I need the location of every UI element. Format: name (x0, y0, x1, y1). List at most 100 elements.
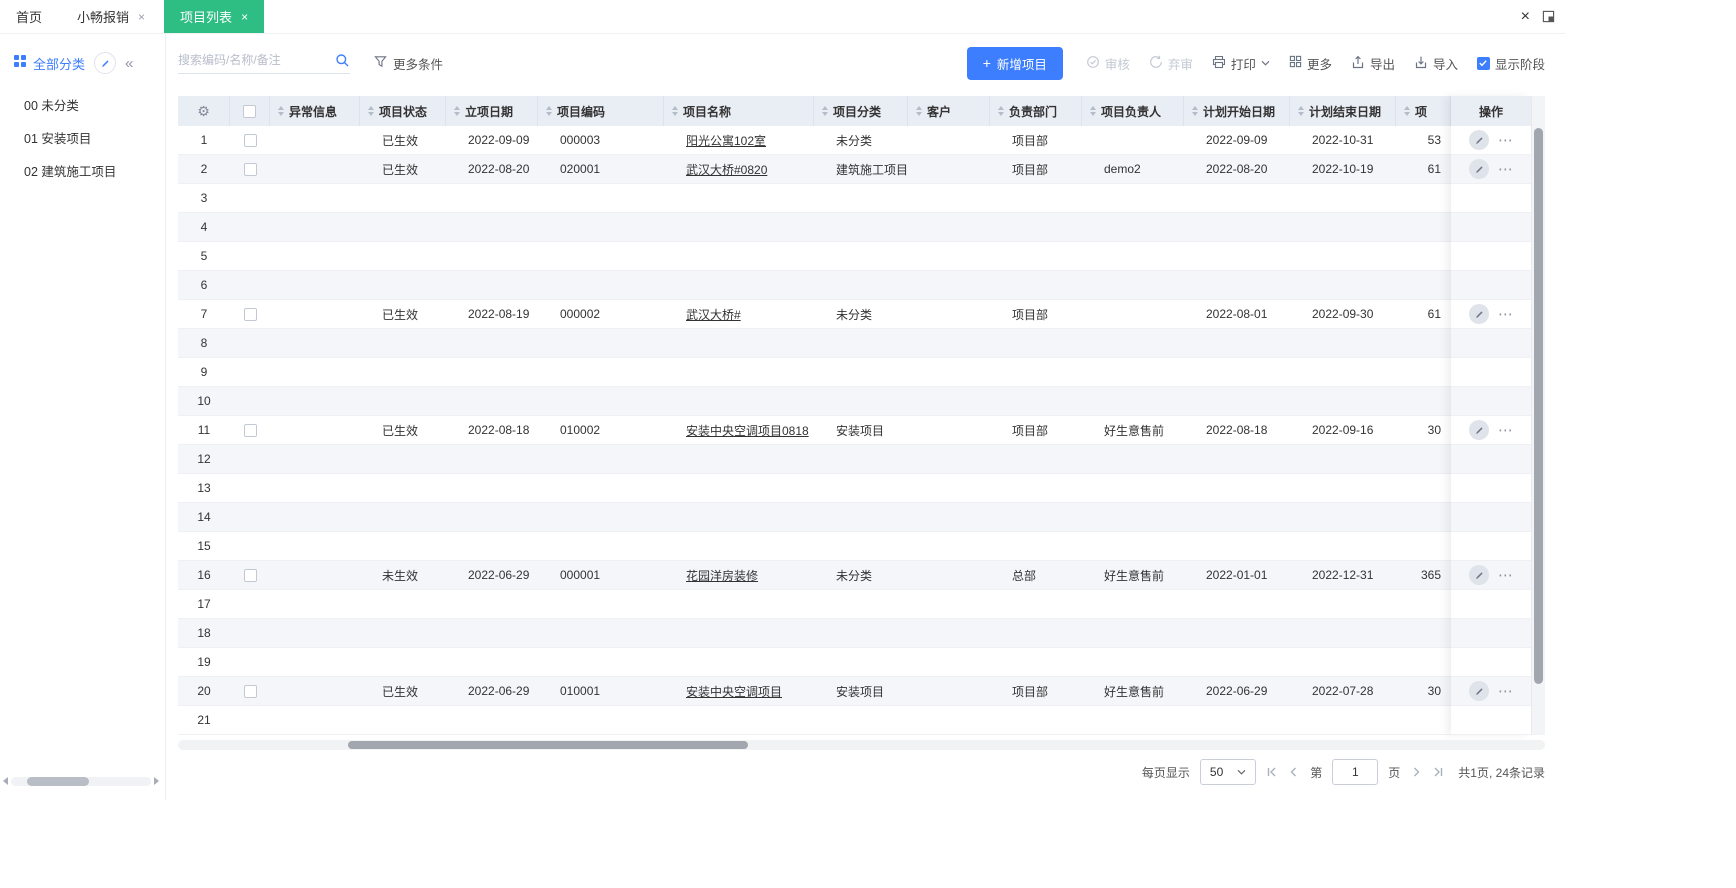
column-header-status[interactable]: 项目状态 (360, 96, 446, 126)
next-page-button[interactable] (1410, 766, 1422, 778)
unapprove-button[interactable]: 弃审 (1149, 54, 1193, 73)
export-button[interactable]: 导出 (1351, 54, 1395, 73)
project-name-link[interactable]: 阳光公寓102室 (686, 132, 766, 149)
more-filters-button[interactable]: 更多条件 (374, 54, 443, 73)
cell-days (1396, 358, 1451, 386)
column-header-start[interactable]: 计划开始日期 (1184, 96, 1290, 126)
row-checkbox[interactable] (243, 133, 257, 147)
column-header-category[interactable]: 项目分类 (814, 96, 908, 126)
column-header-owner[interactable]: 项目负责人 (1082, 96, 1184, 126)
project-name-link[interactable]: 武汉大桥# (686, 306, 741, 323)
cell-dept (990, 445, 1082, 473)
column-settings-gear-icon[interactable]: ⚙ (178, 96, 230, 126)
column-header-end[interactable]: 计划结束日期 (1290, 96, 1396, 126)
tab[interactable]: 首页 (0, 0, 58, 33)
row-actions: ⋯ (1451, 155, 1531, 184)
row-more-icon[interactable]: ⋯ (1498, 568, 1513, 583)
row-checkbox[interactable] (243, 423, 257, 437)
sidebar-category-item[interactable]: 01 安装项目 (0, 121, 165, 154)
column-header-code[interactable]: 项目编码 (538, 96, 664, 126)
sidebar-scrollbar-thumb[interactable] (27, 776, 89, 786)
column-header-abnormal[interactable]: 异常信息 (270, 96, 360, 126)
column-header-days[interactable]: 项 (1396, 96, 1451, 126)
project-name-link[interactable]: 安装中央空调项目 (686, 683, 782, 700)
row-more-icon[interactable]: ⋯ (1498, 684, 1513, 699)
sidebar-category-item[interactable]: 00 未分类 (0, 88, 165, 121)
row-number: 19 (197, 655, 211, 669)
cell-code (538, 184, 664, 212)
column-header-name[interactable]: 项目名称 (664, 96, 814, 126)
panel-icon[interactable] (1542, 10, 1555, 23)
row-more-icon[interactable]: ⋯ (1498, 133, 1513, 148)
column-header-date[interactable]: 立项日期 (446, 96, 538, 126)
tab-close-icon[interactable]: × (138, 11, 145, 23)
project-name-link[interactable]: 安装中央空调项目0818 (686, 422, 809, 439)
table-row: 15 (178, 532, 1451, 561)
edit-icon[interactable] (1469, 681, 1489, 701)
sidebar-header: 全部分类 « (0, 46, 165, 88)
page-number-input[interactable] (1332, 759, 1379, 785)
cell-code (538, 503, 664, 531)
show-stage-checkbox[interactable] (1476, 56, 1490, 70)
search-icon[interactable] (335, 53, 350, 68)
more-button[interactable]: 更多 (1289, 54, 1332, 73)
project-name-link[interactable]: 花园洋房装修 (686, 567, 758, 584)
approve-button[interactable]: 审核 (1086, 54, 1130, 73)
cell-customer (908, 474, 990, 502)
row-more-icon[interactable]: ⋯ (1498, 162, 1513, 177)
cell-status (360, 445, 446, 473)
cell-date (446, 387, 538, 415)
row-more-icon[interactable]: ⋯ (1498, 307, 1513, 322)
first-page-button[interactable] (1266, 766, 1278, 778)
cell-end (1290, 387, 1396, 415)
show-stage-toggle[interactable]: 显示阶段 (1476, 54, 1545, 73)
cell-code (538, 532, 664, 560)
row-more-icon[interactable]: ⋯ (1498, 423, 1513, 438)
scroll-left-icon[interactable] (3, 777, 8, 785)
cell-start (1184, 329, 1290, 357)
edit-category-button[interactable] (94, 52, 117, 74)
cell-days: 30 (1427, 423, 1441, 437)
row-checkbox[interactable] (243, 307, 257, 321)
tab[interactable]: 小畅报销 × (61, 0, 161, 33)
per-page-select[interactable]: 50 (1199, 759, 1257, 785)
last-page-button[interactable] (1432, 766, 1444, 778)
cell-start (1184, 358, 1290, 386)
column-header-customer[interactable]: 客户 (908, 96, 990, 126)
sidebar-category-item[interactable]: 02 建筑施工项目 (0, 154, 165, 187)
column-header-dept[interactable]: 负责部门 (990, 96, 1082, 126)
print-button[interactable]: 打印 (1212, 54, 1270, 73)
cell-date: 2022-06-29 (468, 568, 530, 582)
project-name-link[interactable]: 武汉大桥#0820 (686, 161, 767, 178)
cell-end: 2022-12-31 (1312, 568, 1374, 582)
cell-start: 2022-09-09 (1206, 133, 1268, 147)
row-checkbox[interactable] (243, 162, 257, 176)
cell-dept (990, 358, 1082, 386)
table-row: 5 (178, 242, 1451, 271)
table-row: 21 (178, 706, 1451, 735)
collapse-sidebar-icon[interactable]: « (125, 55, 133, 72)
row-checkbox[interactable] (243, 684, 257, 698)
row-checkbox-cell (230, 619, 270, 647)
add-project-button[interactable]: + 新增项目 (966, 46, 1063, 80)
row-checkbox[interactable] (243, 568, 257, 582)
close-window-icon[interactable]: × (1521, 8, 1530, 25)
search-input[interactable] (178, 53, 335, 67)
import-button[interactable]: 导入 (1414, 54, 1458, 73)
scroll-right-icon[interactable] (154, 777, 159, 785)
cell-start (1184, 619, 1290, 647)
edit-icon[interactable] (1469, 304, 1489, 324)
edit-icon[interactable] (1469, 130, 1489, 150)
horizontal-scrollbar-thumb[interactable] (348, 741, 748, 749)
edit-icon[interactable] (1469, 565, 1489, 585)
cell-end (1290, 648, 1396, 676)
tab[interactable]: 项目列表 × (164, 0, 265, 33)
prev-page-button[interactable] (1288, 766, 1300, 778)
tab-close-icon[interactable]: × (241, 11, 248, 23)
vertical-scrollbar-thumb[interactable] (1534, 128, 1543, 684)
edit-icon[interactable] (1469, 420, 1489, 440)
row-number: 8 (200, 336, 208, 350)
edit-icon[interactable] (1469, 159, 1489, 179)
select-all-checkbox[interactable] (243, 104, 256, 118)
cell-status: 已生效 (382, 133, 419, 148)
